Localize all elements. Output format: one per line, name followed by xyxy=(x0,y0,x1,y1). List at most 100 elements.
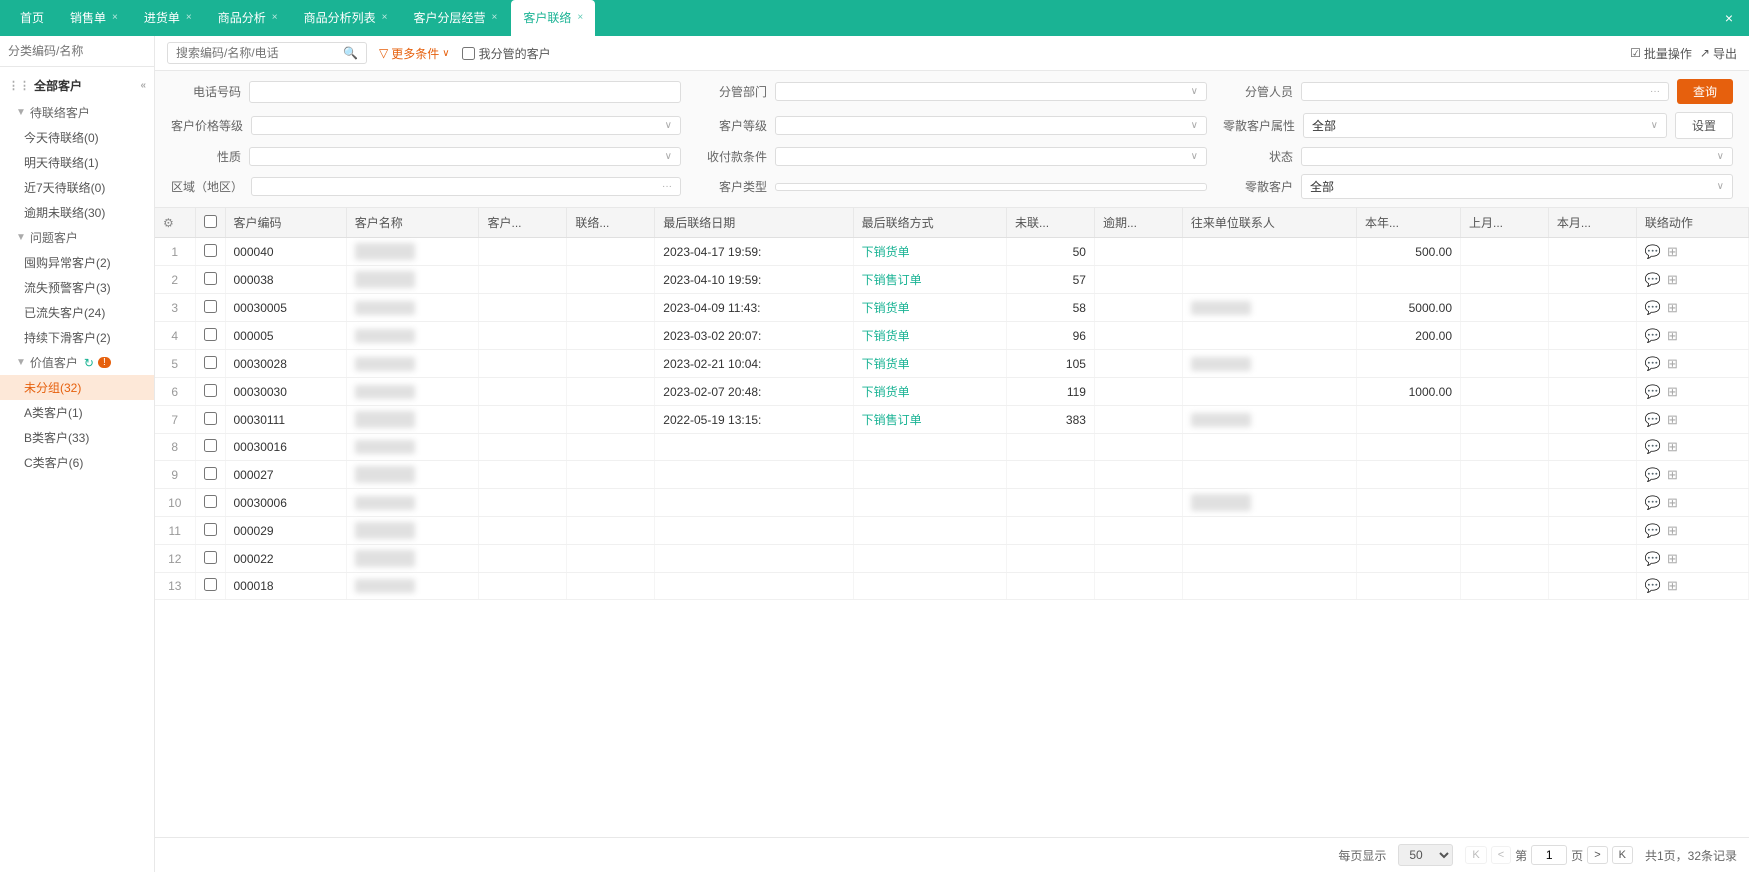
chat-icon[interactable]: 💬 xyxy=(1645,467,1661,483)
nav-tab-purchase[interactable]: 进货单 × xyxy=(132,0,204,36)
customer-level-select[interactable]: ∨ xyxy=(775,116,1207,135)
sidebar-item-churn-warning[interactable]: 流失预警客户(3) xyxy=(0,275,154,300)
grid-icon[interactable]: ⊞ xyxy=(1667,523,1678,539)
row-checkbox[interactable] xyxy=(204,328,217,341)
close-analysis-icon[interactable]: × xyxy=(272,0,278,36)
phone-input[interactable] xyxy=(249,81,681,103)
prev-page-btn[interactable]: < xyxy=(1491,846,1511,864)
chat-icon[interactable]: 💬 xyxy=(1645,356,1661,372)
row-checkbox[interactable] xyxy=(204,244,217,257)
cell-cb[interactable] xyxy=(195,573,225,600)
chat-icon[interactable]: 💬 xyxy=(1645,412,1661,428)
nav-tab-analysis-list[interactable]: 商品分析列表 × xyxy=(292,0,400,36)
my-customers-check-input[interactable] xyxy=(462,47,475,60)
cell-cb[interactable] xyxy=(195,378,225,406)
reset-button[interactable]: 设置 xyxy=(1675,112,1733,139)
first-page-btn[interactable]: K xyxy=(1465,846,1486,864)
chat-icon[interactable]: 💬 xyxy=(1645,328,1661,344)
row-checkbox[interactable] xyxy=(204,384,217,397)
grid-icon[interactable]: ⊞ xyxy=(1667,272,1678,288)
row-checkbox[interactable] xyxy=(204,412,217,425)
chat-icon[interactable]: 💬 xyxy=(1645,495,1661,511)
nav-tab-customer-contact[interactable]: 客户联络 × xyxy=(511,0,595,36)
sidebar-group-problem[interactable]: ▼ 问题客户 xyxy=(0,225,154,250)
refresh-icon[interactable]: ↻ xyxy=(84,356,94,370)
sidebar-item-declining[interactable]: 持续下滑客户(2) xyxy=(0,325,154,350)
cell-cb[interactable] xyxy=(195,266,225,294)
row-checkbox[interactable] xyxy=(204,300,217,313)
row-checkbox[interactable] xyxy=(204,356,217,369)
more-conditions-btn[interactable]: ▽ 更多条件 ∨ xyxy=(379,45,450,62)
nav-tab-home[interactable]: 首页 xyxy=(8,0,56,36)
nav-tab-customer-segment[interactable]: 客户分层经营 × xyxy=(401,0,509,36)
cell-cb[interactable] xyxy=(195,406,225,434)
grid-icon[interactable]: ⊞ xyxy=(1667,356,1678,372)
sidebar-item-classA[interactable]: A类客户(1) xyxy=(0,400,154,425)
grid-icon[interactable]: ⊞ xyxy=(1667,467,1678,483)
cell-cb[interactable] xyxy=(195,238,225,266)
query-button[interactable]: 查询 xyxy=(1677,79,1733,104)
row-checkbox[interactable] xyxy=(204,495,217,508)
method-link[interactable]: 下销售订单 xyxy=(862,273,922,287)
retail-attr-select[interactable]: 全部 ∨ xyxy=(1303,113,1667,138)
settings-icon[interactable]: ⚙ xyxy=(163,216,174,230)
chat-icon[interactable]: 💬 xyxy=(1645,523,1661,539)
nav-tab-analysis[interactable]: 商品分析 × xyxy=(206,0,290,36)
cell-cb[interactable] xyxy=(195,545,225,573)
row-checkbox[interactable] xyxy=(204,523,217,536)
sidebar-item-overdue[interactable]: 逾期未联络(30) xyxy=(0,200,154,225)
cell-cb[interactable] xyxy=(195,489,225,517)
page-input[interactable] xyxy=(1531,845,1567,865)
retail-customer-select[interactable]: 全部 ∨ xyxy=(1301,174,1733,199)
filter-search-icon[interactable]: 🔍 xyxy=(343,46,358,60)
chat-icon[interactable]: 💬 xyxy=(1645,384,1661,400)
row-checkbox[interactable] xyxy=(204,272,217,285)
last-page-btn[interactable]: K xyxy=(1612,846,1633,864)
grid-icon[interactable]: ⊞ xyxy=(1667,495,1678,511)
chat-icon[interactable]: 💬 xyxy=(1645,551,1661,567)
chat-icon[interactable]: 💬 xyxy=(1645,272,1661,288)
region-select[interactable]: ··· xyxy=(251,177,681,196)
grid-icon[interactable]: ⊞ xyxy=(1667,551,1678,567)
close-contact-icon[interactable]: × xyxy=(577,0,583,36)
customer-type-select[interactable] xyxy=(775,183,1207,191)
nav-tab-sales[interactable]: 销售单 × xyxy=(58,0,130,36)
chat-icon[interactable]: 💬 xyxy=(1645,439,1661,455)
close-purchase-icon[interactable]: × xyxy=(186,0,192,36)
sidebar-item-hoard[interactable]: 囤购异常客户(2) xyxy=(0,250,154,275)
grid-icon[interactable]: ⊞ xyxy=(1667,412,1678,428)
sidebar-item-ungroup[interactable]: 未分组(32) xyxy=(0,375,154,400)
sidebar-item-classB[interactable]: B类客户(33) xyxy=(0,425,154,450)
chat-icon[interactable]: 💬 xyxy=(1645,578,1661,594)
grid-icon[interactable]: ⊞ xyxy=(1667,300,1678,316)
batch-op-btn[interactable]: ☑ 批量操作 xyxy=(1630,45,1692,62)
sidebar-item-today[interactable]: 今天待联络(0) xyxy=(0,125,154,150)
sidebar-group-pending[interactable]: ▼ 待联络客户 xyxy=(0,100,154,125)
grid-icon[interactable]: ⊞ xyxy=(1667,244,1678,260)
grid-icon[interactable]: ⊞ xyxy=(1667,439,1678,455)
chat-icon[interactable]: 💬 xyxy=(1645,300,1661,316)
cell-cb[interactable] xyxy=(195,294,225,322)
cell-cb[interactable] xyxy=(195,461,225,489)
sidebar-group-value[interactable]: ▼ 价值客户 ↻ ! xyxy=(0,350,154,375)
export-btn[interactable]: ↗ 导出 xyxy=(1700,45,1737,62)
close-sales-icon[interactable]: × xyxy=(112,0,118,36)
method-link[interactable]: 下销货单 xyxy=(862,245,910,259)
cell-cb[interactable] xyxy=(195,322,225,350)
chat-icon[interactable]: 💬 xyxy=(1645,244,1661,260)
sidebar-item-classC[interactable]: C类客户(6) xyxy=(0,450,154,475)
status-select[interactable]: ∨ xyxy=(1301,147,1733,166)
sidebar-item-tomorrow[interactable]: 明天待联络(1) xyxy=(0,150,154,175)
cell-cb[interactable] xyxy=(195,350,225,378)
sidebar-item-lost[interactable]: 已流失客户(24) xyxy=(0,300,154,325)
page-size-select[interactable]: 50 100 200 xyxy=(1398,844,1453,866)
method-link[interactable]: 下销货单 xyxy=(862,301,910,315)
grid-icon[interactable]: ⊞ xyxy=(1667,384,1678,400)
payment-select[interactable]: ∨ xyxy=(775,147,1207,166)
method-link[interactable]: 下销货单 xyxy=(862,329,910,343)
close-all-icon[interactable]: × xyxy=(1717,10,1741,26)
nature-select[interactable]: ∨ xyxy=(249,147,681,166)
close-analysis-list-icon[interactable]: × xyxy=(382,0,388,36)
close-segment-icon[interactable]: × xyxy=(491,0,497,36)
sidebar-item-7days[interactable]: 近7天待联络(0) xyxy=(0,175,154,200)
